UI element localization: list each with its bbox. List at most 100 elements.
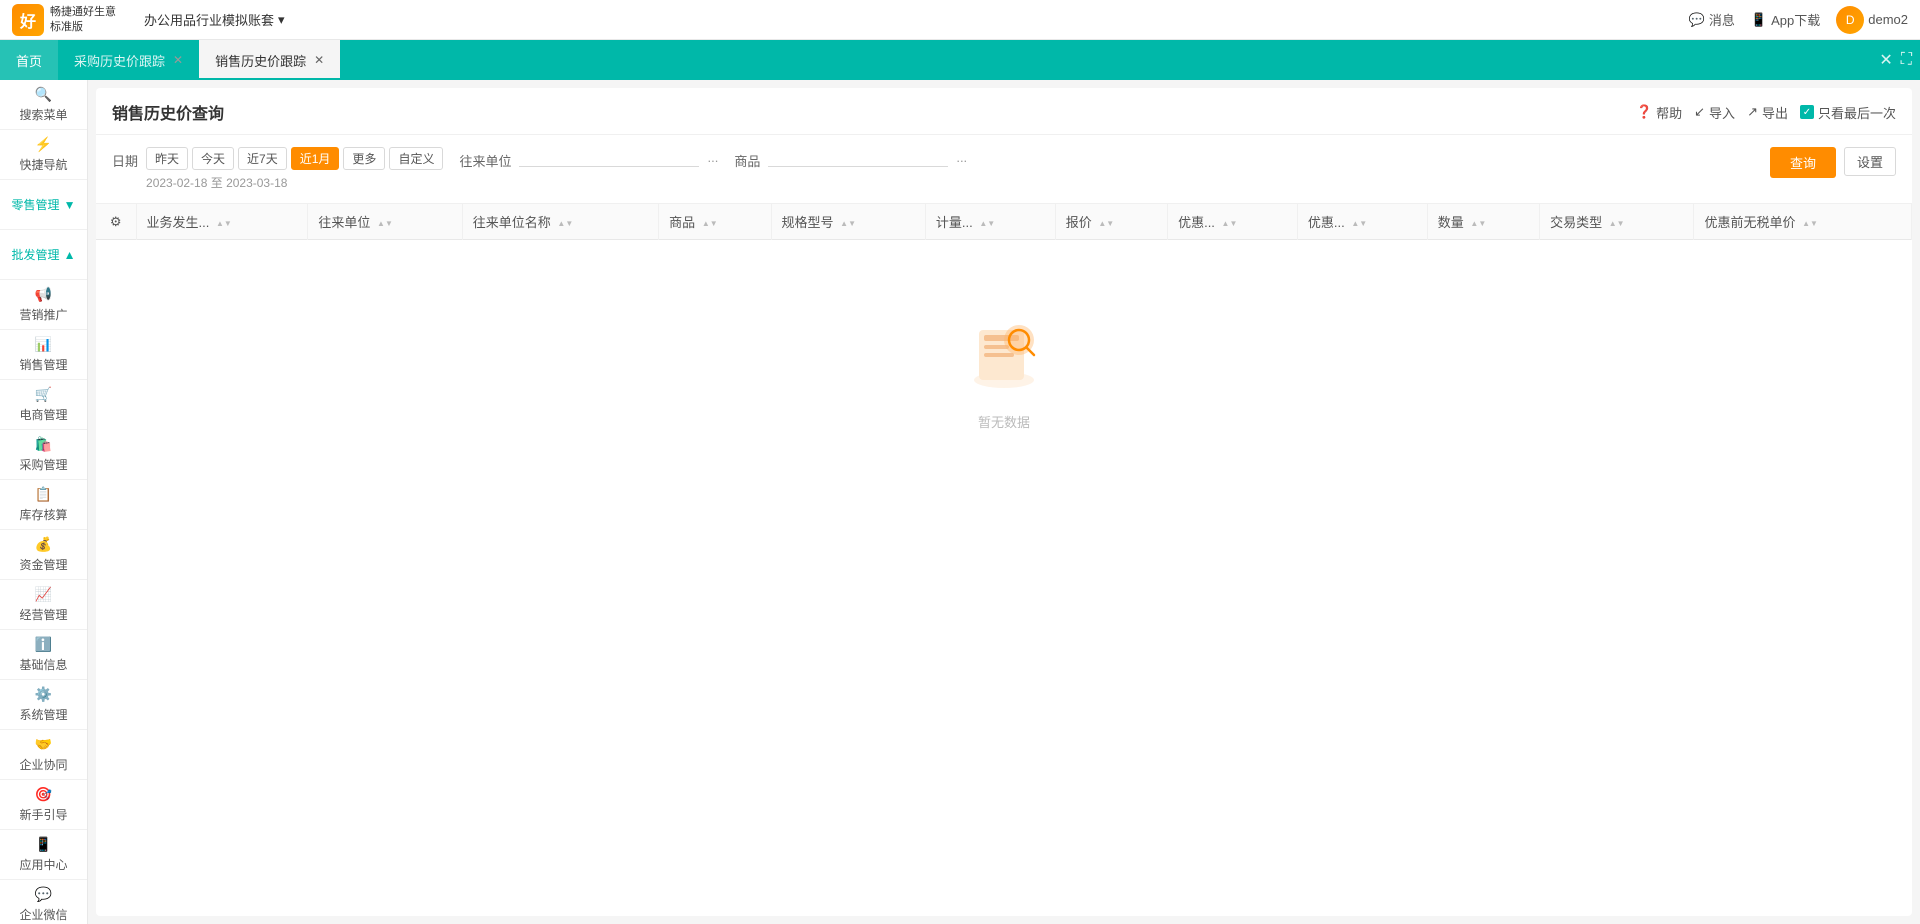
date-btn-1month[interactable]: 近1月 — [291, 147, 340, 170]
sidebar-item-inventory[interactable]: 📋 库存核算 — [0, 480, 87, 530]
goods-ellipsis-btn[interactable]: ... — [956, 150, 967, 165]
system-icon: ⚙️ — [35, 686, 52, 703]
col-quote[interactable]: 报价 ▲▼ — [1055, 204, 1167, 240]
finance-icon: 💰 — [35, 536, 52, 553]
date-btn-custom[interactable]: 自定义 — [389, 147, 443, 170]
col-spec[interactable]: 规格型号 ▲▼ — [771, 204, 925, 240]
sidebar-item-search[interactable]: 🔍 搜索菜单 — [0, 80, 87, 130]
sidebar-item-basic-info[interactable]: ℹ️ 基础信息 — [0, 630, 87, 680]
tab-home[interactable]: 首页 — [0, 40, 58, 80]
query-button[interactable]: 查询 — [1770, 147, 1836, 178]
empty-illustration — [954, 300, 1054, 400]
export-btn[interactable]: ↗ 导出 — [1747, 103, 1788, 122]
date-btn-yesterday[interactable]: 昨天 — [146, 147, 188, 170]
date-btn-7days[interactable]: 近7天 — [238, 147, 287, 170]
tab-purchase-history[interactable]: 采购历史价跟踪 ✕ — [58, 40, 199, 80]
logo-area: 好 畅捷通好生意 标准版 — [12, 4, 116, 36]
message-btn[interactable]: 💬 消息 — [1689, 10, 1735, 29]
sidebar-item-wholesale[interactable]: 批发管理 ▲ — [0, 230, 87, 280]
maximize-icon[interactable]: ⛶ — [1901, 51, 1912, 69]
beginner-icon: 🎯 — [35, 786, 52, 803]
sidebar-item-purchase[interactable]: 🛍️ 采购管理 — [0, 430, 87, 480]
sort-icon: ▲▼ — [702, 219, 718, 228]
chevron-down-icon: ▾ — [278, 12, 285, 28]
tab-bar-actions: ✕ ⛶ — [1879, 40, 1920, 80]
counterpart-ellipsis-btn[interactable]: ... — [707, 150, 718, 165]
date-buttons-row: 昨天 今天 近7天 近1月 更多 自定义 — [146, 147, 443, 170]
import-btn[interactable]: ↙ 导入 — [1694, 103, 1735, 122]
col-goods[interactable]: 商品 ▲▼ — [659, 204, 771, 240]
close-all-tabs-icon[interactable]: ✕ — [1879, 50, 1892, 70]
filter-area: 日期 昨天 今天 近7天 近1月 更多 自定义 2023-02-18 至 202… — [96, 135, 1912, 204]
operations-icon: 📈 — [35, 586, 52, 603]
counterpart-input[interactable] — [519, 147, 699, 167]
sort-icon: ▲▼ — [1609, 219, 1625, 228]
col-counterpart-code[interactable]: 往来单位 ▲▼ — [308, 204, 462, 240]
sidebar-item-operations[interactable]: 📈 经营管理 — [0, 580, 87, 630]
enterprise-wechat-icon: 💬 — [35, 886, 52, 903]
app-selector[interactable]: 办公用品行业模拟账套 ▾ — [144, 10, 285, 29]
col-counterpart-name[interactable]: 往来单位名称 ▲▼ — [462, 204, 658, 240]
sidebar-item-enterprise[interactable]: 🤝 企业协同 — [0, 730, 87, 780]
main-layout: 🔍 搜索菜单 ⚡ 快捷导航 零售管理 ▼ 批发管理 ▲ 📢 营销推广 📊 销售管… — [0, 80, 1920, 924]
page-title: 销售历史价查询 — [112, 100, 224, 124]
settings-gear-icon: ⚙ — [110, 214, 122, 229]
checkbox-icon: ✓ — [1800, 105, 1814, 119]
date-btn-more[interactable]: 更多 — [343, 147, 385, 170]
sidebar-item-retail[interactable]: 零售管理 ▼ — [0, 180, 87, 230]
col-quantity[interactable]: 数量 ▲▼ — [1427, 204, 1539, 240]
enterprise-icon: 🤝 — [35, 736, 52, 753]
page-header: 销售历史价查询 ❓ 帮助 ↙ 导入 ↗ 导出 ✓ — [96, 88, 1912, 135]
top-header: 好 畅捷通好生意 标准版 办公用品行业模拟账套 ▾ 💬 消息 📱 App下载 D… — [0, 0, 1920, 40]
sidebar-item-beginner[interactable]: 🎯 新手引导 — [0, 780, 87, 830]
only-last-checkbox[interactable]: ✓ 只看最后一次 — [1800, 103, 1896, 122]
sort-icon: ▲▼ — [840, 219, 856, 228]
col-unit[interactable]: 计量... ▲▼ — [925, 204, 1055, 240]
chevron-up-icon: ▲ — [64, 248, 76, 262]
tab-sales-history[interactable]: 销售历史价跟踪 ✕ — [199, 40, 340, 80]
basic-info-icon: ℹ️ — [35, 636, 52, 653]
sort-icon: ▲▼ — [1802, 219, 1818, 228]
data-table: ⚙ 业务发生... ▲▼ 往来单位 ▲▼ 往来单位名称 — [96, 204, 1912, 240]
help-icon: ❓ — [1636, 104, 1652, 120]
help-btn[interactable]: ❓ 帮助 — [1636, 103, 1682, 122]
avatar: D — [1836, 6, 1864, 34]
close-purchase-tab-icon[interactable]: ✕ — [173, 53, 183, 67]
export-icon: ↗ — [1747, 104, 1758, 120]
app-download-btn[interactable]: 📱 App下载 — [1751, 10, 1820, 29]
close-sales-tab-icon[interactable]: ✕ — [314, 53, 324, 67]
sidebar-item-system[interactable]: ⚙️ 系统管理 — [0, 680, 87, 730]
page-container: 销售历史价查询 ❓ 帮助 ↙ 导入 ↗ 导出 ✓ — [96, 88, 1912, 916]
goods-input[interactable] — [768, 147, 948, 167]
sidebar-item-enterprise-wechat[interactable]: 💬 企业微信 — [0, 880, 87, 924]
goods-filter-group: 商品 ... — [734, 147, 967, 170]
date-range-display: 2023-02-18 至 2023-03-18 — [146, 174, 443, 191]
sidebar-item-app-center[interactable]: 📱 应用中心 — [0, 830, 87, 880]
col-biz-date[interactable]: 业务发生... ▲▼ — [136, 204, 308, 240]
user-area[interactable]: D demo2 — [1836, 6, 1908, 34]
sidebar-item-quick-nav[interactable]: ⚡ 快捷导航 — [0, 130, 87, 180]
import-icon: ↙ — [1694, 104, 1705, 120]
sidebar-item-ecommerce[interactable]: 🛒 电商管理 — [0, 380, 87, 430]
col-trade-type[interactable]: 交易类型 ▲▼ — [1540, 204, 1694, 240]
goods-input-group: ... — [768, 147, 967, 167]
app-center-icon: 📱 — [35, 836, 52, 853]
settings-button[interactable]: 设置 — [1844, 147, 1896, 176]
header-right: 💬 消息 📱 App下载 D demo2 — [1689, 6, 1908, 34]
col-discount2[interactable]: 优惠... ▲▼ — [1297, 204, 1427, 240]
sales-icon: 📊 — [35, 336, 52, 353]
sort-icon: ▲▼ — [1222, 219, 1238, 228]
col-pre-tax-price[interactable]: 优惠前无税单价 ▲▼ — [1694, 204, 1912, 240]
sidebar-item-marketing[interactable]: 📢 营销推广 — [0, 280, 87, 330]
col-settings[interactable]: ⚙ — [96, 204, 136, 240]
sort-icon: ▲▼ — [979, 219, 995, 228]
date-btn-today[interactable]: 今天 — [192, 147, 234, 170]
sort-icon: ▲▼ — [216, 219, 232, 228]
col-discount1[interactable]: 优惠... ▲▼ — [1168, 204, 1298, 240]
download-icon: 📱 — [1751, 12, 1767, 28]
sidebar-item-finance[interactable]: 💰 资金管理 — [0, 530, 87, 580]
sidebar: 🔍 搜索菜单 ⚡ 快捷导航 零售管理 ▼ 批发管理 ▲ 📢 营销推广 📊 销售管… — [0, 80, 88, 924]
counterpart-input-group: ... — [519, 147, 718, 167]
sidebar-item-sales-mgmt[interactable]: 📊 销售管理 — [0, 330, 87, 380]
purchase-icon: 🛍️ — [35, 436, 52, 453]
